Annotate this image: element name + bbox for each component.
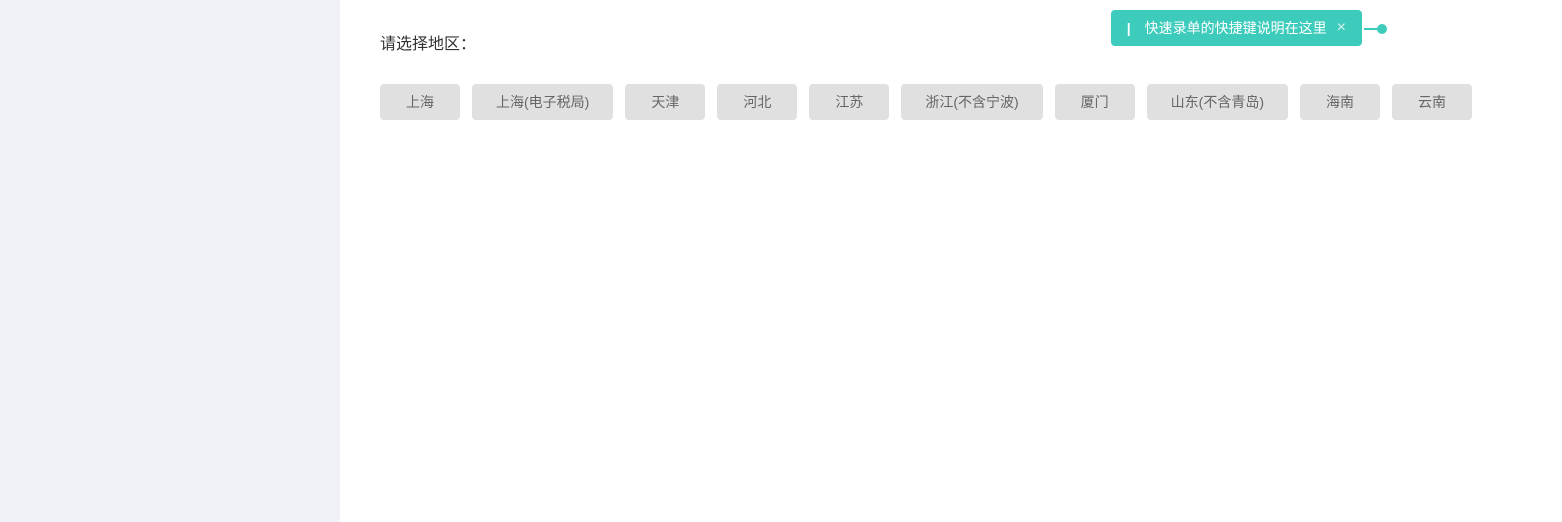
region-btn-hainan[interactable]: 海南 [1300,84,1380,120]
region-btn-shanghai-etax[interactable]: 上海(电子税局) [472,84,613,120]
region-btn-hebei[interactable]: 河北 [717,84,797,120]
tooltip-bar: 快速录单的快捷键说明在这里 × [1111,10,1362,46]
region-btn-yunnan[interactable]: 云南 [1392,84,1472,120]
region-btn-xiamen[interactable]: 厦门 [1055,84,1135,120]
region-btn-jiangsu[interactable]: 江苏 [809,84,889,120]
tooltip-close-button[interactable]: × [1337,20,1346,36]
region-buttons: 上海上海(电子税局) 天津河北江苏浙江(不含宁波) 厦门山东(不含青岛) 海南云南 [380,84,1522,120]
region-btn-shanghai[interactable]: 上海 [380,84,460,120]
tooltip-dot [1377,24,1387,34]
main-content: 请选择地区： 上海上海(电子税局)天津河北江苏浙江(不含宁波)厦门山东(不含青岛… [340,0,1562,522]
region-btn-zhejiang[interactable]: 浙江(不含宁波) [901,84,1042,120]
region-btn-shandong[interactable]: 山东(不含青岛) [1147,84,1288,120]
sidebar [0,0,340,522]
tooltip-text: 快速录单的快捷键说明在这里 [1145,18,1327,38]
region-btn-tianjin[interactable]: 天津 [625,84,705,120]
